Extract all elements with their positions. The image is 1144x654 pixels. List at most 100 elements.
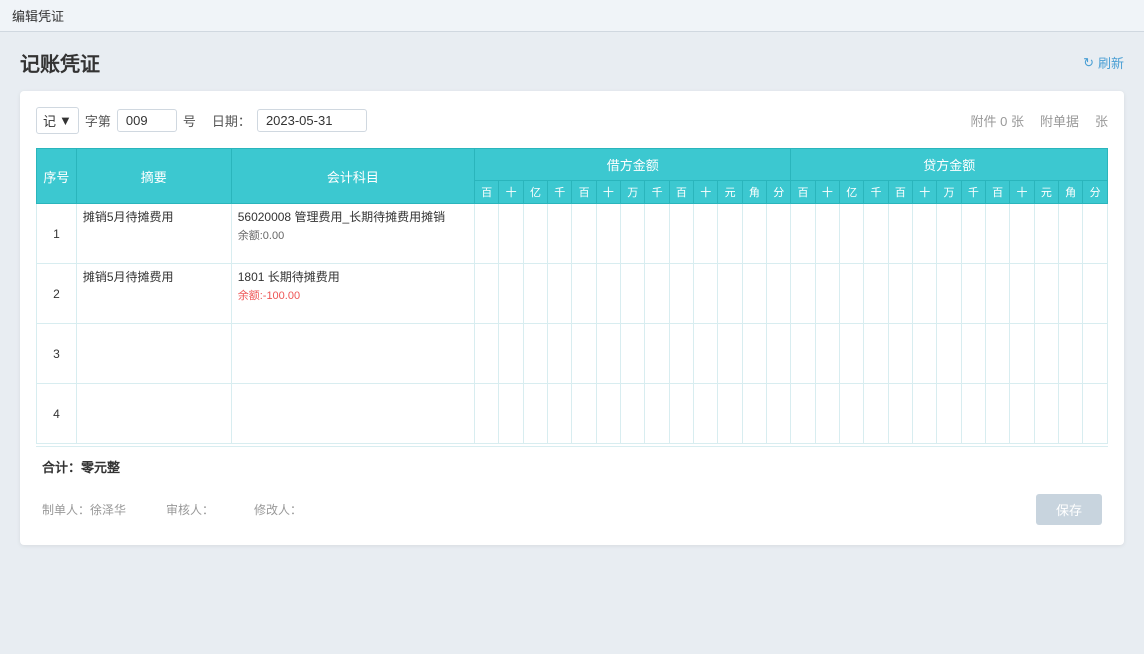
credit-cell[interactable] xyxy=(1059,384,1083,444)
credit-cell[interactable] xyxy=(840,384,864,444)
credit-cell[interactable] xyxy=(913,324,937,384)
debit-cell[interactable] xyxy=(548,324,572,384)
credit-cell[interactable] xyxy=(888,324,912,384)
credit-cell[interactable] xyxy=(1034,204,1058,264)
debit-cell[interactable] xyxy=(694,204,718,264)
credit-cell[interactable] xyxy=(1010,264,1034,324)
debit-cell[interactable] xyxy=(694,384,718,444)
debit-cell[interactable] xyxy=(718,204,742,264)
debit-cell[interactable] xyxy=(669,204,693,264)
credit-cell[interactable] xyxy=(864,384,888,444)
debit-cell[interactable] xyxy=(596,384,620,444)
debit-cell[interactable] xyxy=(572,264,596,324)
debit-cell[interactable] xyxy=(499,324,523,384)
debit-cell[interactable] xyxy=(548,204,572,264)
debit-cell[interactable] xyxy=(669,324,693,384)
credit-cell[interactable] xyxy=(1083,324,1108,384)
credit-cell[interactable] xyxy=(961,324,985,384)
credit-cell[interactable] xyxy=(840,324,864,384)
debit-cell[interactable] xyxy=(596,324,620,384)
date-input[interactable] xyxy=(257,109,367,132)
credit-cell[interactable] xyxy=(1083,264,1108,324)
debit-cell[interactable] xyxy=(742,264,766,324)
credit-cell[interactable] xyxy=(888,384,912,444)
credit-cell[interactable] xyxy=(840,204,864,264)
credit-cell[interactable] xyxy=(791,324,815,384)
refresh-button[interactable]: ↻ 刷新 xyxy=(1083,53,1124,72)
debit-cell[interactable] xyxy=(742,324,766,384)
debit-cell[interactable] xyxy=(621,324,645,384)
credit-cell[interactable] xyxy=(961,204,985,264)
credit-cell[interactable] xyxy=(913,264,937,324)
row-account[interactable] xyxy=(231,384,474,444)
debit-cell[interactable] xyxy=(742,384,766,444)
debit-cell[interactable] xyxy=(767,204,791,264)
credit-cell[interactable] xyxy=(840,264,864,324)
credit-cell[interactable] xyxy=(815,384,839,444)
credit-cell[interactable] xyxy=(937,264,961,324)
credit-cell[interactable] xyxy=(888,264,912,324)
debit-cell[interactable] xyxy=(523,324,547,384)
debit-cell[interactable] xyxy=(499,204,523,264)
debit-cell[interactable] xyxy=(596,204,620,264)
debit-cell[interactable] xyxy=(499,384,523,444)
debit-cell[interactable] xyxy=(621,264,645,324)
debit-cell[interactable] xyxy=(621,204,645,264)
credit-cell[interactable] xyxy=(961,384,985,444)
debit-cell[interactable] xyxy=(669,264,693,324)
debit-cell[interactable] xyxy=(767,384,791,444)
credit-cell[interactable] xyxy=(1083,204,1108,264)
debit-cell[interactable] xyxy=(645,264,669,324)
debit-cell[interactable] xyxy=(645,204,669,264)
debit-cell[interactable] xyxy=(572,384,596,444)
debit-cell[interactable] xyxy=(548,264,572,324)
debit-cell[interactable] xyxy=(475,204,499,264)
credit-cell[interactable] xyxy=(864,324,888,384)
debit-cell[interactable] xyxy=(523,204,547,264)
credit-cell[interactable] xyxy=(815,264,839,324)
debit-cell[interactable] xyxy=(523,264,547,324)
debit-cell[interactable] xyxy=(499,264,523,324)
credit-cell[interactable] xyxy=(815,204,839,264)
row-summary[interactable] xyxy=(76,324,231,384)
row-account[interactable]: 56020008 管理费用_长期待摊费用摊销余额:0.00 xyxy=(231,204,474,264)
credit-cell[interactable] xyxy=(888,204,912,264)
attach-count[interactable]: 附件 0 张 xyxy=(971,111,1024,130)
debit-cell[interactable] xyxy=(475,324,499,384)
debit-cell[interactable] xyxy=(475,264,499,324)
debit-cell[interactable] xyxy=(718,384,742,444)
debit-cell[interactable] xyxy=(621,384,645,444)
credit-cell[interactable] xyxy=(1010,324,1034,384)
credit-cell[interactable] xyxy=(791,384,815,444)
credit-cell[interactable] xyxy=(1034,384,1058,444)
credit-cell[interactable] xyxy=(913,204,937,264)
credit-cell[interactable] xyxy=(937,324,961,384)
row-summary[interactable]: 摊销5月待摊费用 xyxy=(76,204,231,264)
debit-cell[interactable] xyxy=(475,384,499,444)
credit-cell[interactable] xyxy=(815,324,839,384)
credit-cell[interactable] xyxy=(986,384,1010,444)
credit-cell[interactable] xyxy=(1034,264,1058,324)
debit-cell[interactable] xyxy=(718,324,742,384)
save-button[interactable]: 保存 xyxy=(1036,494,1102,525)
credit-cell[interactable] xyxy=(986,324,1010,384)
debit-cell[interactable] xyxy=(548,384,572,444)
credit-cell[interactable] xyxy=(1059,264,1083,324)
credit-cell[interactable] xyxy=(791,204,815,264)
credit-cell[interactable] xyxy=(1010,384,1034,444)
debit-cell[interactable] xyxy=(596,264,620,324)
credit-cell[interactable] xyxy=(986,264,1010,324)
credit-cell[interactable] xyxy=(864,264,888,324)
credit-cell[interactable] xyxy=(864,204,888,264)
type-select[interactable]: 记 ▼ xyxy=(36,107,79,134)
credit-cell[interactable] xyxy=(1059,324,1083,384)
debit-cell[interactable] xyxy=(572,204,596,264)
credit-cell[interactable] xyxy=(1059,204,1083,264)
row-summary[interactable]: 摊销5月待摊费用 xyxy=(76,264,231,324)
attach-bill[interactable]: 附单据 xyxy=(1040,111,1079,130)
debit-cell[interactable] xyxy=(694,264,718,324)
debit-cell[interactable] xyxy=(645,324,669,384)
debit-cell[interactable] xyxy=(523,384,547,444)
credit-cell[interactable] xyxy=(913,384,937,444)
debit-cell[interactable] xyxy=(767,324,791,384)
